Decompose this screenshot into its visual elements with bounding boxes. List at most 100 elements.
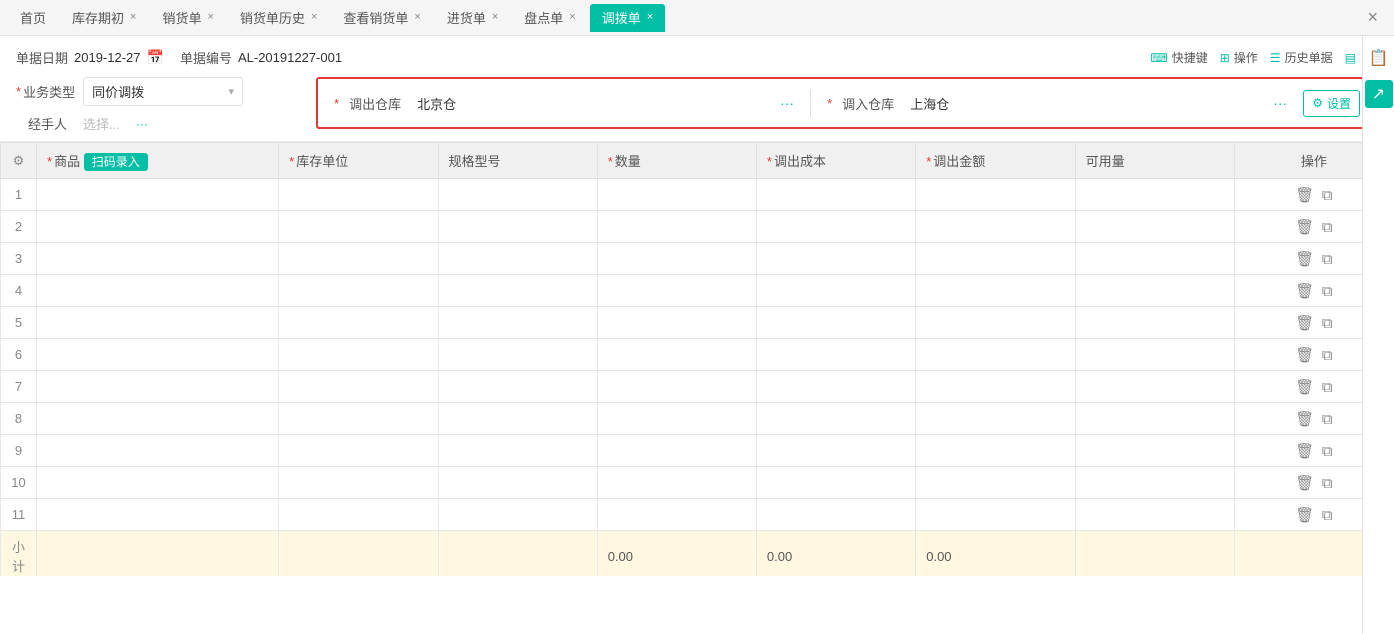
delete-icon-8[interactable]: 🗑 xyxy=(1295,411,1314,428)
cell-unit-3[interactable] xyxy=(279,243,438,275)
tab-home[interactable]: 首页 xyxy=(8,4,58,32)
cell-available-10[interactable] xyxy=(1075,467,1234,499)
cell-cost-3[interactable] xyxy=(756,243,915,275)
cell-spec-9[interactable] xyxy=(438,435,597,467)
cell-available-5[interactable] xyxy=(1075,307,1234,339)
cell-spec-1[interactable] xyxy=(438,179,597,211)
tab-inventory-open[interactable]: 库存期初× xyxy=(60,4,148,32)
cell-amount-8[interactable] xyxy=(916,403,1075,435)
out-warehouse-ellipsis-btn[interactable]: ··· xyxy=(780,95,794,111)
cell-product-3[interactable] xyxy=(37,243,279,275)
delete-icon-10[interactable]: 🗑 xyxy=(1295,475,1314,492)
cell-amount-7[interactable] xyxy=(916,371,1075,403)
tab-close-view-sales[interactable]: × xyxy=(414,12,420,23)
cell-amount-9[interactable] xyxy=(916,435,1075,467)
tab-close-sales-history[interactable]: × xyxy=(311,12,317,23)
cell-available-4[interactable] xyxy=(1075,275,1234,307)
cell-available-2[interactable] xyxy=(1075,211,1234,243)
cell-cost-9[interactable] xyxy=(756,435,915,467)
cell-unit-9[interactable] xyxy=(279,435,438,467)
th-settings-icon[interactable]: ⚙ xyxy=(13,153,25,168)
cell-amount-2[interactable] xyxy=(916,211,1075,243)
tab-sales-order[interactable]: 销货单× xyxy=(150,4,225,32)
copy-icon-1[interactable]: ⧉ xyxy=(1322,187,1333,204)
delete-icon-5[interactable]: 🗑 xyxy=(1295,315,1314,332)
delete-icon-6[interactable]: 🗑 xyxy=(1295,347,1314,364)
cell-spec-2[interactable] xyxy=(438,211,597,243)
cell-product-7[interactable] xyxy=(37,371,279,403)
cell-available-8[interactable] xyxy=(1075,403,1234,435)
history-btn[interactable]: ☰ 历史单据 xyxy=(1270,49,1333,66)
cell-unit-1[interactable] xyxy=(279,179,438,211)
cell-qty-4[interactable] xyxy=(597,275,756,307)
cell-available-1[interactable] xyxy=(1075,179,1234,211)
cell-available-9[interactable] xyxy=(1075,435,1234,467)
cell-qty-10[interactable] xyxy=(597,467,756,499)
cell-cost-8[interactable] xyxy=(756,403,915,435)
delete-icon-7[interactable]: 🗑 xyxy=(1295,379,1314,396)
cell-cost-5[interactable] xyxy=(756,307,915,339)
in-warehouse-ellipsis-btn[interactable]: ··· xyxy=(1273,95,1287,111)
layout-btn-1[interactable]: ▤ xyxy=(1345,51,1356,65)
settings-button[interactable]: ⚙ 设置 xyxy=(1303,90,1360,117)
cell-unit-4[interactable] xyxy=(279,275,438,307)
sidebar-note-icon[interactable]: 📋 xyxy=(1365,44,1393,72)
cell-qty-6[interactable] xyxy=(597,339,756,371)
cell-spec-5[interactable] xyxy=(438,307,597,339)
delete-icon-4[interactable]: 🗑 xyxy=(1295,283,1314,300)
handler-select[interactable]: 选择... xyxy=(83,114,120,133)
th-settings[interactable]: ⚙ xyxy=(1,143,37,179)
cell-amount-1[interactable] xyxy=(916,179,1075,211)
delete-icon-1[interactable]: 🗑 xyxy=(1295,187,1314,204)
delete-icon-11[interactable]: 🗑 xyxy=(1295,507,1314,524)
cell-amount-6[interactable] xyxy=(916,339,1075,371)
business-type-select[interactable]: 同价调拨 ▾ xyxy=(83,77,243,106)
tab-sales-history[interactable]: 销货单历史× xyxy=(228,4,329,32)
tab-close-stocktake[interactable]: × xyxy=(569,12,575,23)
cell-cost-4[interactable] xyxy=(756,275,915,307)
cell-available-11[interactable] xyxy=(1075,499,1234,531)
cell-amount-4[interactable] xyxy=(916,275,1075,307)
tab-close-sales-order[interactable]: × xyxy=(207,12,213,23)
cell-qty-9[interactable] xyxy=(597,435,756,467)
cell-spec-11[interactable] xyxy=(438,499,597,531)
cell-spec-7[interactable] xyxy=(438,371,597,403)
cell-cost-2[interactable] xyxy=(756,211,915,243)
tab-close-inventory-open[interactable]: × xyxy=(130,12,136,23)
cell-cost-6[interactable] xyxy=(756,339,915,371)
copy-icon-6[interactable]: ⧉ xyxy=(1322,347,1333,364)
cell-spec-10[interactable] xyxy=(438,467,597,499)
cell-spec-3[interactable] xyxy=(438,243,597,275)
cell-unit-8[interactable] xyxy=(279,403,438,435)
tab-close-transfer[interactable]: × xyxy=(647,12,653,23)
cell-product-5[interactable] xyxy=(37,307,279,339)
copy-icon-7[interactable]: ⧉ xyxy=(1322,379,1333,396)
copy-icon-2[interactable]: ⧉ xyxy=(1322,219,1333,236)
cell-qty-3[interactable] xyxy=(597,243,756,275)
close-all-button[interactable]: × xyxy=(1359,7,1386,28)
cell-product-1[interactable] xyxy=(37,179,279,211)
copy-icon-5[interactable]: ⧉ xyxy=(1322,315,1333,332)
copy-icon-4[interactable]: ⧉ xyxy=(1322,283,1333,300)
cell-qty-7[interactable] xyxy=(597,371,756,403)
cell-unit-2[interactable] xyxy=(279,211,438,243)
copy-icon-11[interactable]: ⧉ xyxy=(1322,507,1333,524)
cell-available-7[interactable] xyxy=(1075,371,1234,403)
delete-icon-3[interactable]: 🗑 xyxy=(1295,251,1314,268)
tab-view-sales[interactable]: 查看销货单× xyxy=(331,4,432,32)
cell-product-4[interactable] xyxy=(37,275,279,307)
cell-product-11[interactable] xyxy=(37,499,279,531)
cell-qty-2[interactable] xyxy=(597,211,756,243)
cell-unit-10[interactable] xyxy=(279,467,438,499)
cell-amount-3[interactable] xyxy=(916,243,1075,275)
cell-unit-6[interactable] xyxy=(279,339,438,371)
cell-cost-7[interactable] xyxy=(756,371,915,403)
tab-stocktake[interactable]: 盘点单× xyxy=(512,4,587,32)
cell-available-3[interactable] xyxy=(1075,243,1234,275)
cell-unit-7[interactable] xyxy=(279,371,438,403)
copy-icon-8[interactable]: ⧉ xyxy=(1322,411,1333,428)
cell-amount-10[interactable] xyxy=(916,467,1075,499)
cell-product-6[interactable] xyxy=(37,339,279,371)
doc-date-value[interactable]: 2019-12-27 xyxy=(74,50,141,65)
delete-icon-2[interactable]: 🗑 xyxy=(1295,219,1314,236)
